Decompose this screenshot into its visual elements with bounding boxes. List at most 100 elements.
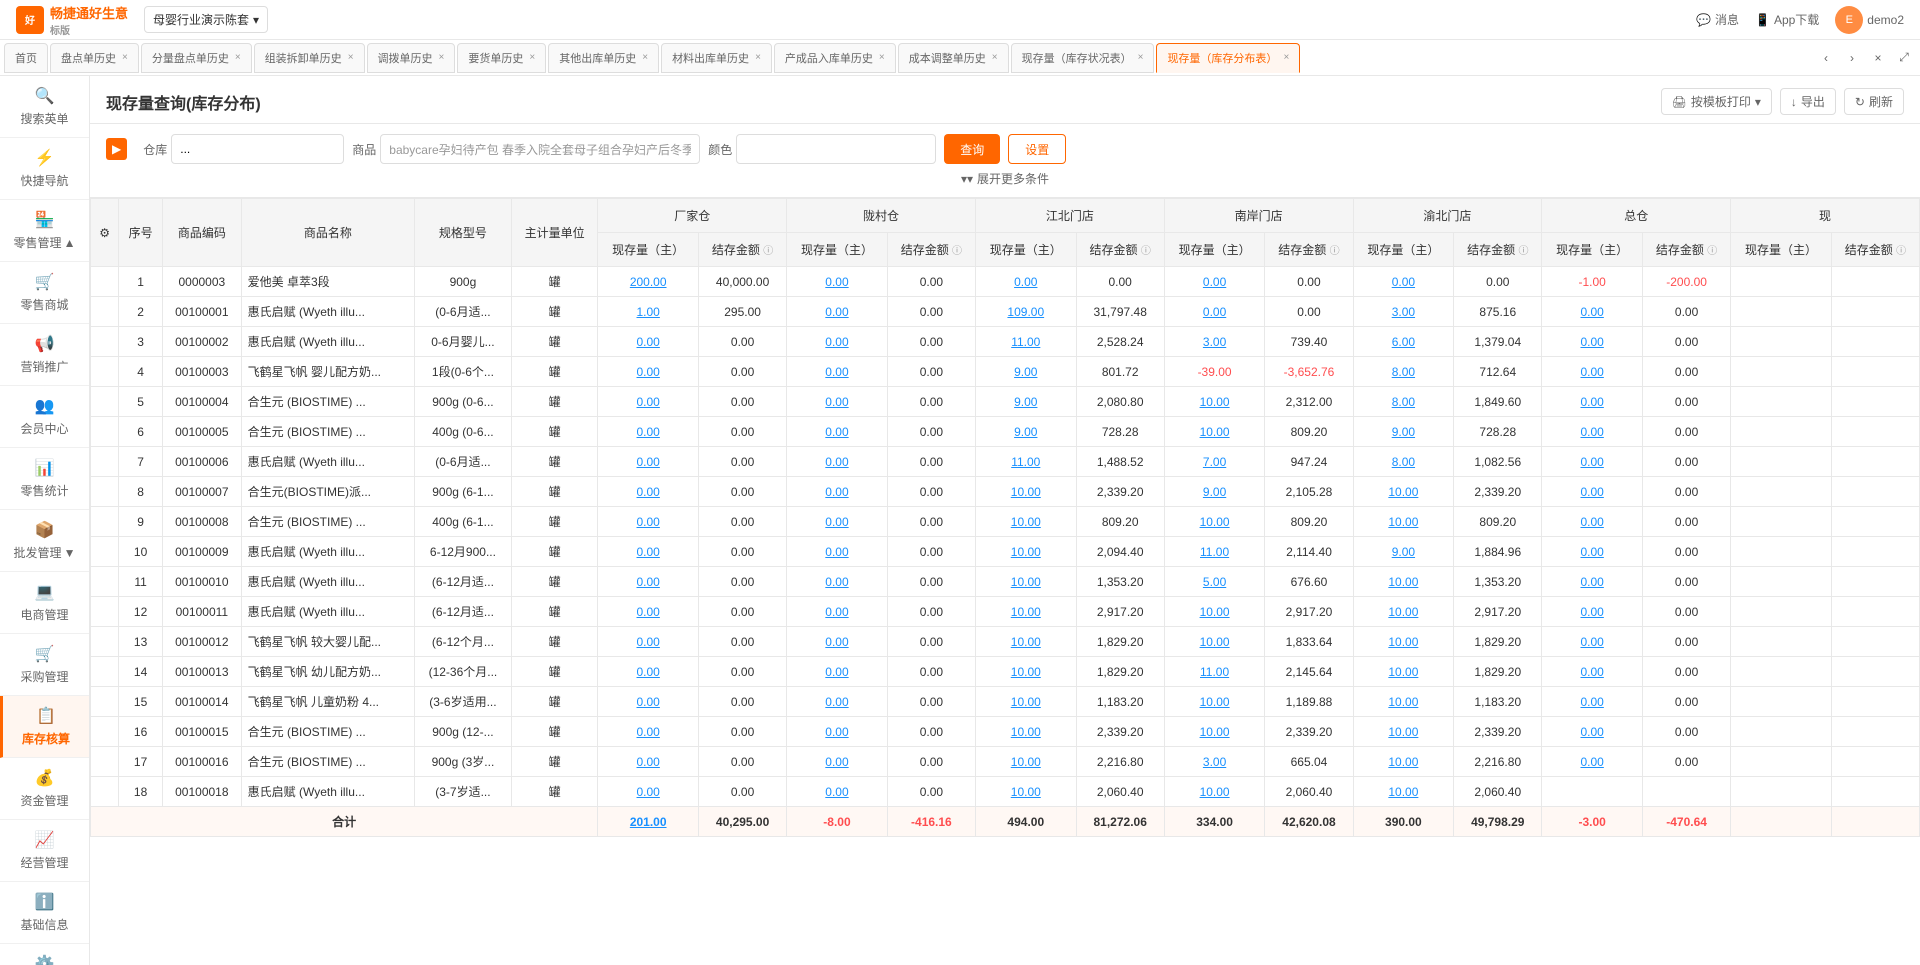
info-icon[interactable]: ⓘ bbox=[1707, 246, 1717, 257]
wholesale-icon: 📦 bbox=[35, 520, 55, 540]
tab-6[interactable]: 其他出库单历史 × bbox=[548, 43, 659, 73]
sidebar-item-finance[interactable]: 💰 资金管理 bbox=[0, 758, 89, 820]
tab-nav-btns: ‹ › × ⤢ bbox=[1814, 46, 1916, 70]
tab-3[interactable]: 组装拆卸单历史 × bbox=[254, 43, 365, 73]
table-row: 12 00100011 惠氏启赋 (Wyeth illu... (6-12月适.… bbox=[91, 597, 1920, 627]
inventory-icon: 📋 bbox=[36, 706, 56, 726]
search-btn[interactable]: 查询 bbox=[944, 134, 1000, 164]
sidebar-item-retail-mall[interactable]: 🛒 零售商城 bbox=[0, 262, 89, 324]
close-icon[interactable]: × bbox=[529, 52, 535, 63]
sidebar-item-purchase[interactable]: 🛒 采购管理 bbox=[0, 634, 89, 696]
message-icon: 💬 bbox=[1696, 13, 1711, 27]
summary-fw-amount: 40,295.00 bbox=[699, 807, 787, 837]
tab-fullscreen-btn[interactable]: ⤢ bbox=[1892, 46, 1916, 70]
sidebar-item-marketing[interactable]: 📢 营销推广 bbox=[0, 324, 89, 386]
close-icon[interactable]: × bbox=[235, 52, 241, 63]
tab-5[interactable]: 要货单历史 × bbox=[457, 43, 546, 73]
page-header: 现存量查询(库存分布) 🖨 按模板打印 ▾ ↓ 导出 ↻ 刷新 bbox=[90, 76, 1920, 124]
close-icon[interactable]: × bbox=[879, 52, 885, 63]
tab-9[interactable]: 成本调整单历史 × bbox=[898, 43, 1009, 73]
tab-close-btn[interactable]: × bbox=[1866, 46, 1890, 70]
filter-area: ▶ 仓库 商品 颜色 查询 设置 ▾▾ 展开更多 bbox=[90, 124, 1920, 198]
sidebar-item-search[interactable]: 🔍 搜索英单 bbox=[0, 76, 89, 138]
tab-11-active[interactable]: 现存量（库存分布表） × bbox=[1156, 43, 1300, 73]
close-icon[interactable]: × bbox=[439, 52, 445, 63]
close-icon[interactable]: × bbox=[992, 52, 998, 63]
tab-4[interactable]: 调拨单历史 × bbox=[367, 43, 456, 73]
close-icon[interactable]: × bbox=[642, 52, 648, 63]
warehouse-input[interactable] bbox=[171, 134, 344, 164]
th-yb-stock: 现存量（主） bbox=[1353, 233, 1454, 267]
th-lh-amount: 结存金额 ⓘ bbox=[887, 233, 975, 267]
tab-home[interactable]: 首页 bbox=[4, 43, 48, 73]
sidebar-item-inventory[interactable]: 📋 库存核算 bbox=[0, 696, 89, 758]
message-btn[interactable]: 💬 消息 bbox=[1696, 11, 1739, 28]
export-btn[interactable]: ↓ 导出 bbox=[1780, 88, 1836, 115]
member-icon: 👥 bbox=[35, 396, 55, 416]
table-row: 13 00100012 飞鹤星飞帆 较大婴儿配... (6-12个月... 罐 … bbox=[91, 627, 1920, 657]
summary-jb-stock[interactable]: 494.00 bbox=[975, 807, 1076, 837]
info-icon[interactable]: ⓘ bbox=[1141, 246, 1151, 257]
expand-arrow-btn[interactable]: ▶ bbox=[106, 138, 127, 160]
th-na-amount: 结存金额 ⓘ bbox=[1265, 233, 1353, 267]
company-selector[interactable]: 母婴行业演示陈套 ▾ bbox=[144, 6, 268, 33]
user-profile[interactable]: E demo2 bbox=[1835, 6, 1904, 34]
close-icon[interactable]: × bbox=[1283, 52, 1289, 63]
tab-prev-btn[interactable]: ‹ bbox=[1814, 46, 1838, 70]
tab-1[interactable]: 盘点单历史 × bbox=[50, 43, 139, 73]
summary-fw-stock[interactable]: 201.00 bbox=[598, 807, 699, 837]
th-jb-stock: 现存量（主） bbox=[975, 233, 1076, 267]
th-gear[interactable]: ⚙ bbox=[91, 199, 119, 267]
refresh-btn[interactable]: ↻ 刷新 bbox=[1844, 88, 1904, 115]
sidebar-item-member[interactable]: 👥 会员中心 bbox=[0, 386, 89, 448]
info-icon[interactable]: ⓘ bbox=[763, 246, 773, 257]
page-actions: 🖨 按模板打印 ▾ ↓ 导出 ↻ 刷新 bbox=[1661, 88, 1904, 115]
tab-next-btn[interactable]: › bbox=[1840, 46, 1864, 70]
chevron-down-icon: ▾ bbox=[253, 13, 259, 27]
sidebar-item-quicknav[interactable]: ⚡ 快捷导航 bbox=[0, 138, 89, 200]
table-row: 16 00100015 合生元 (BIOSTIME) ... 900g (12-… bbox=[91, 717, 1920, 747]
close-icon[interactable]: × bbox=[1138, 52, 1144, 63]
summary-label: 合计 bbox=[91, 807, 598, 837]
chevron-down-icon: ▾ bbox=[1755, 95, 1761, 109]
product-input[interactable] bbox=[380, 134, 700, 164]
info-icon[interactable]: ⓘ bbox=[952, 246, 962, 257]
sidebar-item-system[interactable]: ⚙️ 系统管理 bbox=[0, 944, 89, 965]
topbar-right: 💬 消息 📱 App下载 E demo2 bbox=[1696, 6, 1904, 34]
sidebar-item-ecommerce[interactable]: 💻 电商管理 bbox=[0, 572, 89, 634]
print-btn[interactable]: 🖨 按模板打印 ▾ bbox=[1661, 88, 1772, 115]
sidebar-item-wholesale[interactable]: 📦 批发管理 ▼ bbox=[0, 510, 89, 572]
expand-more-btn[interactable]: ▾▾ 展开更多条件 bbox=[961, 170, 1049, 187]
export-icon: ↓ bbox=[1791, 95, 1797, 109]
info-icon[interactable]: ⓘ bbox=[1330, 246, 1340, 257]
color-input[interactable] bbox=[736, 134, 936, 164]
sidebar-item-business[interactable]: 📈 经营管理 bbox=[0, 820, 89, 882]
tab-7[interactable]: 材料出库单历史 × bbox=[661, 43, 772, 73]
tab-10[interactable]: 现存量（库存状况表） × bbox=[1011, 43, 1155, 73]
sidebar-item-retail-stats[interactable]: 📊 零售统计 bbox=[0, 448, 89, 510]
th-unit: 主计量单位 bbox=[511, 199, 598, 267]
table-row: 7 00100006 惠氏启赋 (Wyeth illu... (0-6月适...… bbox=[91, 447, 1920, 477]
logo-area: 好 畅捷通好生意 标版 bbox=[16, 3, 128, 37]
tab-2[interactable]: 分量盘点单历史 × bbox=[141, 43, 252, 73]
marketing-icon: 📢 bbox=[35, 334, 55, 354]
summary-lh-stock[interactable]: -8.00 bbox=[787, 807, 888, 837]
topbar-left: 好 畅捷通好生意 标版 母婴行业演示陈套 ▾ bbox=[16, 3, 268, 37]
sidebar-item-basic-info[interactable]: ℹ️ 基础信息 bbox=[0, 882, 89, 944]
info-icon[interactable]: ⓘ bbox=[1518, 246, 1528, 257]
table-row: 5 00100004 合生元 (BIOSTIME) ... 900g (0-6.… bbox=[91, 387, 1920, 417]
th-product-name: 商品名称 bbox=[241, 199, 414, 267]
tab-8[interactable]: 产成品入库单历史 × bbox=[774, 43, 896, 73]
th-na-stock: 现存量（主） bbox=[1164, 233, 1265, 267]
info-icon[interactable]: ⓘ bbox=[1896, 246, 1906, 257]
close-icon[interactable]: × bbox=[122, 52, 128, 63]
app-download-btn[interactable]: 📱 App下载 bbox=[1755, 11, 1819, 28]
sidebar-item-retail-mgmt[interactable]: 🏪 零售管理 ▲ bbox=[0, 200, 89, 262]
content-area: 现存量查询(库存分布) 🖨 按模板打印 ▾ ↓ 导出 ↻ 刷新 bbox=[90, 76, 1920, 965]
th-lh-stock: 现存量（主） bbox=[787, 233, 888, 267]
close-icon[interactable]: × bbox=[348, 52, 354, 63]
close-icon[interactable]: × bbox=[755, 52, 761, 63]
settings-btn[interactable]: 设置 bbox=[1008, 134, 1066, 164]
summary-yb-stock: 390.00 bbox=[1353, 807, 1454, 837]
table-row: 1 0000003 爱他美 卓萃3段 900g 罐 200.00 40,000.… bbox=[91, 267, 1920, 297]
